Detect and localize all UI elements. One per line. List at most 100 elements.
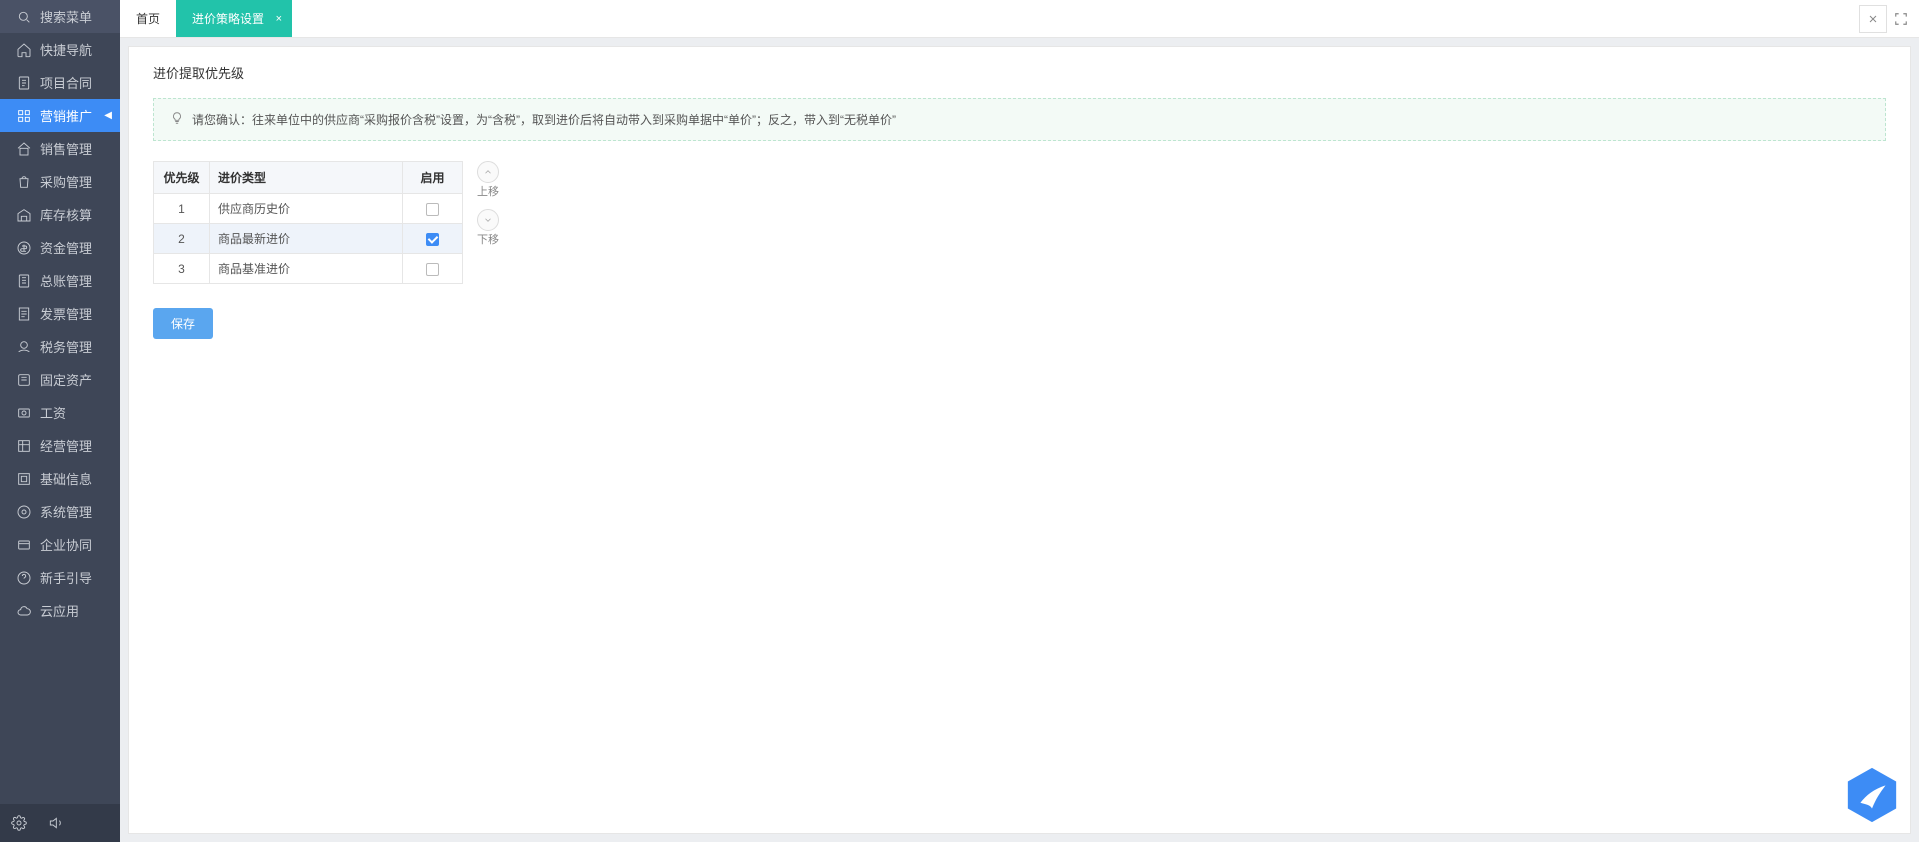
- invoice-icon: [16, 306, 32, 322]
- guide-icon: [16, 570, 32, 586]
- tab-home[interactable]: 首页: [120, 0, 176, 37]
- base-icon: [16, 471, 32, 487]
- move-down-label: 下移: [477, 231, 499, 247]
- tabbar-close-button[interactable]: [1859, 5, 1887, 33]
- sidebar-item-label: 总账管理: [40, 271, 92, 290]
- move-up-label: 上移: [477, 183, 499, 199]
- sidebar-item-label: 营销推广: [40, 106, 92, 125]
- speaker-icon: [49, 815, 65, 831]
- sidebar-item-label: 税务管理: [40, 337, 92, 356]
- sidebar-item-11[interactable]: 固定资产: [0, 363, 120, 396]
- sidebar-item-label: 发票管理: [40, 304, 92, 323]
- salary-icon: [16, 405, 32, 421]
- tab-close-icon[interactable]: ×: [276, 13, 282, 25]
- main: 首页 进价策略设置 × 进价提取优先级: [120, 0, 1919, 842]
- col-priority: 优先级: [154, 162, 210, 194]
- tax-icon: [16, 339, 32, 355]
- home-icon: [16, 42, 32, 58]
- table-area: 优先级 进价类型 启用 1供应商历史价2商品最新进价3商品基准进价: [153, 161, 1886, 284]
- money-icon: [16, 240, 32, 256]
- table-row[interactable]: 3商品基准进价: [154, 254, 463, 284]
- tab-active-label: 进价策略设置: [192, 10, 264, 27]
- table-row[interactable]: 2商品最新进价: [154, 224, 463, 254]
- sidebar-item-label: 快捷导航: [40, 40, 92, 59]
- cell-enable: [403, 194, 463, 224]
- ledger-icon: [16, 273, 32, 289]
- sidebar-item-7[interactable]: 资金管理: [0, 231, 120, 264]
- sidebar-item-8[interactable]: 总账管理: [0, 264, 120, 297]
- sidebar: 搜索菜单快捷导航项目合同营销推广 ◀ 销售管理采购管理库存核算资金管理总账管理发票管…: [0, 0, 120, 842]
- sidebar-item-14[interactable]: 基础信息: [0, 462, 120, 495]
- cloud-icon: [16, 603, 32, 619]
- settings-button[interactable]: [0, 804, 38, 842]
- close-icon: [1867, 13, 1879, 25]
- floating-logo[interactable]: [1843, 766, 1901, 824]
- col-type: 进价类型: [210, 162, 403, 194]
- sidebar-item-label: 资金管理: [40, 238, 92, 257]
- table-row[interactable]: 1供应商历史价: [154, 194, 463, 224]
- sidebar-item-0[interactable]: 搜索菜单: [0, 0, 120, 33]
- sidebar-item-10[interactable]: 税务管理: [0, 330, 120, 363]
- cell-type: 商品基准进价: [210, 254, 403, 284]
- sidebar-item-label: 固定资产: [40, 370, 92, 389]
- sidebar-item-5[interactable]: 采购管理: [0, 165, 120, 198]
- content: 进价提取优先级 请您确认：往来单位中的供应商“采购报价含税”设置，为“含税”，取…: [120, 38, 1919, 842]
- asset-icon: [16, 372, 32, 388]
- tabbar: 首页 进价策略设置 ×: [120, 0, 1919, 38]
- move-controls: 上移 下移: [477, 161, 499, 251]
- tab-active[interactable]: 进价策略设置 ×: [176, 0, 292, 37]
- cell-enable: [403, 224, 463, 254]
- sidebar-item-label: 经营管理: [40, 436, 92, 455]
- info-alert: 请您确认：往来单位中的供应商“采购报价含税”设置，为“含税”，取到进价后将自动带…: [153, 98, 1886, 141]
- gear-icon: [11, 815, 27, 831]
- sound-button[interactable]: [38, 804, 76, 842]
- tab-home-label: 首页: [136, 10, 160, 27]
- sidebar-item-15[interactable]: 系统管理: [0, 495, 120, 528]
- sidebar-item-6[interactable]: 库存核算: [0, 198, 120, 231]
- sidebar-item-label: 新手引导: [40, 568, 92, 587]
- sidebar-item-4[interactable]: 销售管理: [0, 132, 120, 165]
- col-enable: 启用: [403, 162, 463, 194]
- tabbar-controls: [1859, 0, 1915, 38]
- sidebar-item-1[interactable]: 快捷导航: [0, 33, 120, 66]
- chevron-up-icon: [483, 167, 493, 177]
- enable-checkbox[interactable]: [426, 233, 439, 246]
- collab-icon: [16, 537, 32, 553]
- sidebar-item-label: 项目合同: [40, 73, 92, 92]
- sidebar-item-16[interactable]: 企业协同: [0, 528, 120, 561]
- alert-text: 请您确认：往来单位中的供应商“采购报价含税”设置，为“含税”，取到进价后将自动带…: [192, 111, 896, 128]
- save-button[interactable]: 保存: [153, 308, 213, 339]
- sidebar-item-label: 企业协同: [40, 535, 92, 554]
- sidebar-item-17[interactable]: 新手引导: [0, 561, 120, 594]
- tabbar-fullscreen-button[interactable]: [1887, 5, 1915, 33]
- sidebar-item-label: 云应用: [40, 601, 79, 620]
- sidebar-item-2[interactable]: 项目合同: [0, 66, 120, 99]
- priority-table: 优先级 进价类型 启用 1供应商历史价2商品最新进价3商品基准进价: [153, 161, 463, 284]
- sidebar-item-label: 系统管理: [40, 502, 92, 521]
- bag-icon: [16, 174, 32, 190]
- sidebar-item-label: 采购管理: [40, 172, 92, 191]
- sidebar-item-12[interactable]: 工资: [0, 396, 120, 429]
- enable-checkbox[interactable]: [426, 263, 439, 276]
- move-down-button[interactable]: [477, 209, 499, 231]
- cell-priority: 1: [154, 194, 210, 224]
- sidebar-item-label: 搜索菜单: [40, 7, 92, 26]
- contract-icon: [16, 75, 32, 91]
- sidebar-item-13[interactable]: 经营管理: [0, 429, 120, 462]
- page-title: 进价提取优先级: [153, 63, 1886, 82]
- move-up-button[interactable]: [477, 161, 499, 183]
- panel: 进价提取优先级 请您确认：往来单位中的供应商“采购报价含税”设置，为“含税”，取…: [128, 46, 1911, 834]
- chevron-left-icon: ◀: [104, 110, 112, 121]
- sidebar-item-9[interactable]: 发票管理: [0, 297, 120, 330]
- warehouse-icon: [16, 207, 32, 223]
- sidebar-item-3[interactable]: 营销推广 ◀: [0, 99, 120, 132]
- bulb-icon: [170, 111, 184, 128]
- chevron-down-icon: [483, 215, 493, 225]
- enable-checkbox[interactable]: [426, 203, 439, 216]
- sidebar-item-label: 工资: [40, 403, 66, 422]
- system-icon: [16, 504, 32, 520]
- grid-icon: [16, 108, 32, 124]
- sidebar-footer: [0, 804, 120, 842]
- sidebar-menu: 搜索菜单快捷导航项目合同营销推广 ◀ 销售管理采购管理库存核算资金管理总账管理发票管…: [0, 0, 120, 804]
- sidebar-item-18[interactable]: 云应用: [0, 594, 120, 627]
